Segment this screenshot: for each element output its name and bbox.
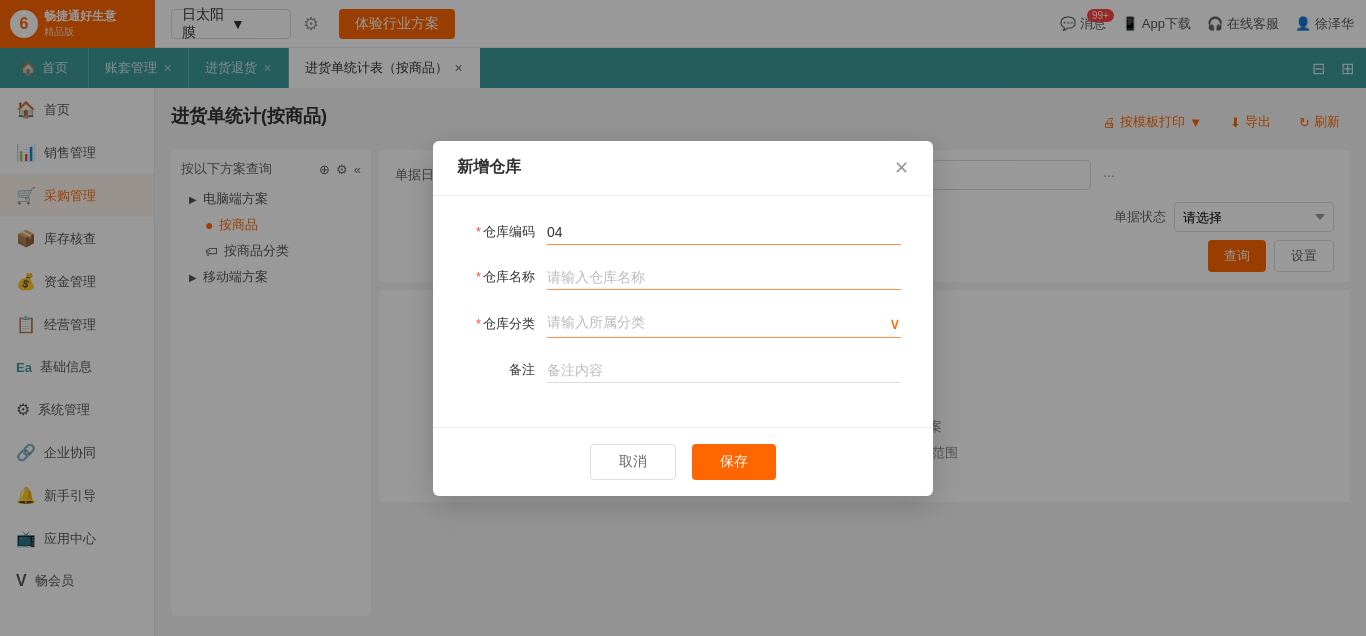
modal-title: 新增仓库	[457, 157, 521, 178]
form-row-code: *仓库编码	[465, 220, 901, 245]
note-label: 备注	[465, 361, 535, 379]
modal-header: 新增仓库 ✕	[433, 141, 933, 196]
note-input[interactable]	[547, 358, 901, 383]
warehouse-code-input[interactable]	[547, 220, 901, 245]
code-label: *仓库编码	[465, 223, 535, 241]
category-label: *仓库分类	[465, 315, 535, 333]
form-row-note: 备注	[465, 358, 901, 383]
save-btn[interactable]: 保存	[692, 444, 776, 480]
form-row-name: *仓库名称	[465, 265, 901, 290]
modal-footer: 取消 保存	[433, 427, 933, 496]
cancel-btn[interactable]: 取消	[590, 444, 676, 480]
modal-body: *仓库编码 *仓库名称 *仓库分类 请输入所属分类 ∨ 备	[433, 196, 933, 427]
modal-overlay[interactable]: 新增仓库 ✕ *仓库编码 *仓库名称 *仓库分类 请输入	[0, 0, 1366, 636]
warehouse-name-input[interactable]	[547, 265, 901, 290]
form-row-category: *仓库分类 请输入所属分类 ∨	[465, 310, 901, 338]
modal-close-btn[interactable]: ✕	[894, 157, 909, 179]
category-placeholder: 请输入所属分类	[547, 314, 889, 332]
category-select-wrap[interactable]: 请输入所属分类 ∨	[547, 310, 901, 338]
modal-new-warehouse: 新增仓库 ✕ *仓库编码 *仓库名称 *仓库分类 请输入	[433, 141, 933, 496]
name-label: *仓库名称	[465, 268, 535, 286]
category-dropdown-icon: ∨	[889, 314, 901, 333]
